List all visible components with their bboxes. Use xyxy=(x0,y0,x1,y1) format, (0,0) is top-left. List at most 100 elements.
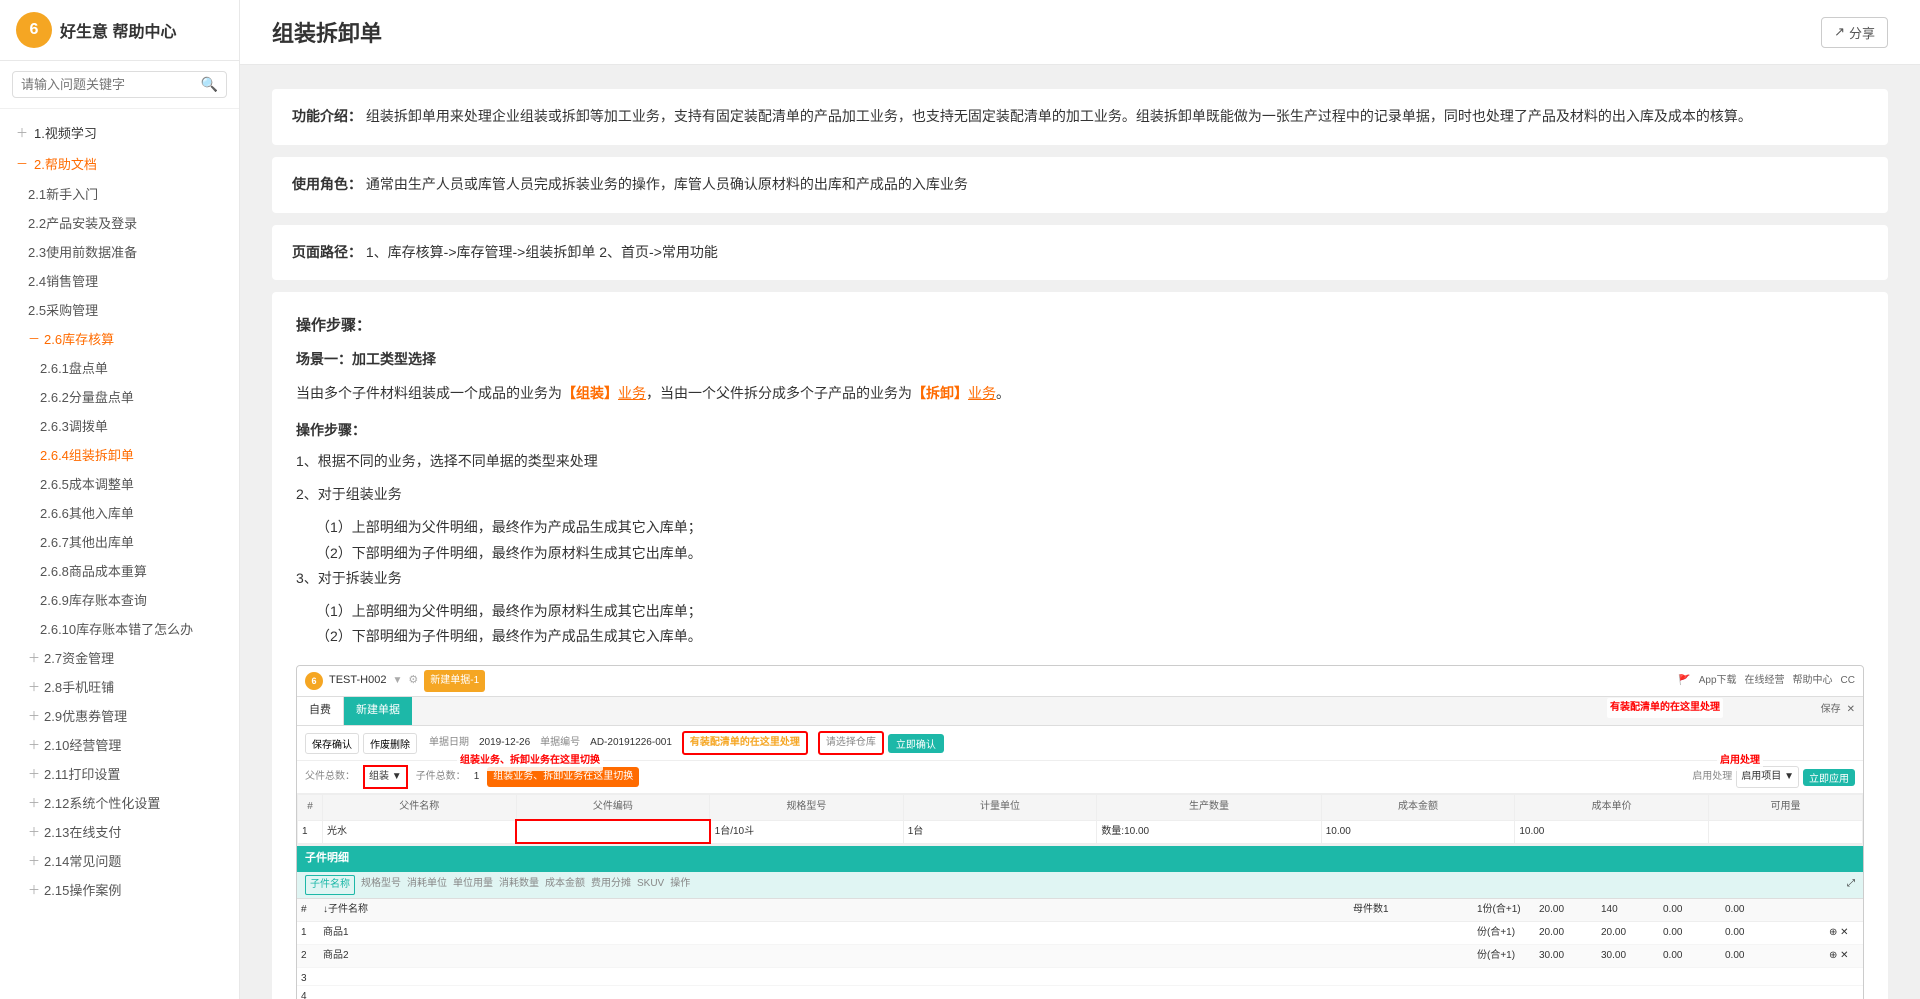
nav-item-2-5[interactable]: 2.5采购管理 xyxy=(0,295,239,324)
erp-apply-btn[interactable]: 立即应用 xyxy=(1803,769,1855,786)
sidebar-nav: ＋ 1.视频学习 － 2.帮助文档 2.1新手入门 2.2产品安装及登录 2.3… xyxy=(0,109,239,999)
sidebar-header: 6 好生意 帮助中心 xyxy=(0,0,239,61)
share-label: 分享 xyxy=(1849,23,1875,42)
erp-sub-lbl5: 消耗数量 xyxy=(499,875,539,895)
intro-card: 功能介绍： 组装拆卸单用来处理企业组装或拆卸等加工业务，支持有固定装配清单的产品… xyxy=(272,89,1888,145)
bth-alloc: 0.00 xyxy=(1725,901,1785,919)
nav-item-2-10[interactable]: ＋2.10经营管理 xyxy=(0,730,239,759)
erp-no-lbl: 单据编号 xyxy=(540,734,580,752)
erp-new-btn[interactable]: 新建单据-1 xyxy=(424,670,485,692)
erp-top-table-container: # 父件名称 父件编码 规格型号 计量单位 生产数量 成本金额 成本单价 可用量 xyxy=(297,794,1863,844)
br1-name: 商品1 xyxy=(323,924,1351,942)
th-parent-code: 父件编码 xyxy=(516,795,710,821)
erp-cc: CC xyxy=(1841,672,1855,690)
erp-sub-lbl2: 规格型号 xyxy=(361,875,401,895)
nav-item-2-6[interactable]: － 2.6库存核算 xyxy=(0,324,239,353)
erp-tab-home[interactable]: 自费 xyxy=(297,697,344,725)
path-text: 1、库存核算->库存管理->组装拆卸单 2、首页->常用功能 xyxy=(366,244,718,260)
bth-consume: 140 xyxy=(1601,901,1661,919)
erp-top-row-1: 1 光水 1台/10斗 1台 数量:10.00 10.00 10.00 xyxy=(298,820,1863,843)
search-wrapper[interactable]: 🔍 xyxy=(12,71,227,98)
role-label: 使用角色： xyxy=(292,176,362,192)
erp-confirm-btn[interactable]: 立即确认 xyxy=(888,734,944,753)
erp-child-count-lbl: 子件总数： xyxy=(416,768,466,786)
br1-unit: 份(合+1) xyxy=(1477,924,1537,942)
erp-no-val: AD-20191226-001 xyxy=(590,734,672,752)
nav-item-2-6-2[interactable]: 2.6.2分量盘点单 xyxy=(0,382,239,411)
nav-item-2-6-9[interactable]: 2.6.9库存账本查询 xyxy=(0,585,239,614)
br2-sku xyxy=(1787,947,1827,965)
br2-alloc: 0.00 xyxy=(1725,947,1785,965)
step2-1: （1）上部明细为父件明细，最终作为产成品生成其它入库单； xyxy=(316,515,1864,540)
erp-bottom-subsection: 子件名称 规格型号 消耗单位 单位用量 消耗数量 成本金额 费用分摊 SKUV … xyxy=(297,872,1863,899)
erp-top-table: # 父件名称 父件编码 规格型号 计量单位 生产数量 成本金额 成本单价 可用量 xyxy=(297,794,1863,844)
nav-item-2-6-3[interactable]: 2.6.3调拨单 xyxy=(0,411,239,440)
scene-desc: 当由多个子件材料组装成一个成品的业务为【组装】业务，当由一个父件拆分成多个子产品… xyxy=(296,381,1864,406)
erp-settings-icon: ⚙ xyxy=(408,671,418,691)
nav-item-2-13[interactable]: ＋2.13在线支付 xyxy=(0,817,239,846)
nav-item-2-6-5[interactable]: 2.6.5成本调整单 xyxy=(0,469,239,498)
erp-bom-highlight: 有装配清单的在这里处理 xyxy=(682,731,808,755)
erp-sub-expand[interactable]: ⤢ xyxy=(1847,875,1855,895)
erp-child-count-val: 1 xyxy=(474,768,480,786)
nav-item-2-6-4[interactable]: 2.6.4组装拆卸单 xyxy=(0,440,239,469)
step3-2: （2）下部明细为子件明细，最终作为产成品生成其它入库单。 xyxy=(316,624,1864,649)
path-label: 页面路径： xyxy=(292,244,362,260)
erp-btn-del[interactable]: 作废删除 xyxy=(363,733,417,754)
nav-item-2-11[interactable]: ＋2.11打印设置 xyxy=(0,759,239,788)
nav-item-2-6-10[interactable]: 2.6.10库存账本错了怎么办 xyxy=(0,614,239,643)
app-title: 好生意 帮助中心 xyxy=(60,18,176,42)
share-icon: ↗ xyxy=(1834,24,1845,40)
nav-item-2-6-6[interactable]: 2.6.6其他入库单 xyxy=(0,498,239,527)
link-disassemble[interactable]: 业务 xyxy=(968,385,996,401)
link-assemble[interactable]: 业务 xyxy=(618,385,646,401)
erp-tab-new[interactable]: 新建单据 xyxy=(344,697,412,725)
nav-item-2-2[interactable]: 2.2产品安装及登录 xyxy=(0,208,239,237)
td-1-avail xyxy=(1708,820,1862,843)
erp-sub-lbl6: 成本金额 xyxy=(545,875,585,895)
nav-section-2[interactable]: － 2.帮助文档 xyxy=(0,148,239,179)
search-icon[interactable]: 🔍 xyxy=(201,76,218,93)
erp-warehouse-select[interactable]: 请选择仓库 xyxy=(818,731,884,755)
nav-item-2-8[interactable]: ＋2.8手机旺铺 xyxy=(0,672,239,701)
nav-item-2-9[interactable]: ＋2.9优惠券管理 xyxy=(0,701,239,730)
erp-btn-save[interactable]: 保存确认 xyxy=(305,733,359,754)
highlight-assemble: 【组装】 xyxy=(562,385,618,401)
br2-name: 商品2 xyxy=(323,947,1351,965)
td-1-cost: 10.00 xyxy=(1321,820,1515,843)
nav-item-2-7[interactable]: ＋2.7资金管理 xyxy=(0,643,239,672)
erp-tab-actions: 保存 ✕ xyxy=(1813,697,1863,725)
erp-action-close[interactable]: 保存 xyxy=(1821,701,1841,721)
nav-item-2-6-1[interactable]: 2.6.1盘点单 xyxy=(0,353,239,382)
erp-nav-flag: 🚩 xyxy=(1678,672,1690,690)
bth-unit2: 1份(合+1) xyxy=(1477,901,1537,919)
share-button[interactable]: ↗ 分享 xyxy=(1821,17,1888,48)
topbar: 组装拆卸单 ↗ 分享 xyxy=(240,0,1920,65)
nav-item-2-6-8[interactable]: 2.6.8商品成本重算 xyxy=(0,556,239,585)
erp-bottom-section-label: 子件明细 xyxy=(297,846,1863,872)
th-cost: 成本金额 xyxy=(1321,795,1515,821)
intro-label: 功能介绍： xyxy=(292,108,362,124)
nav-item-2-1[interactable]: 2.1新手入门 xyxy=(0,179,239,208)
nav-item-2-6-7[interactable]: 2.6.7其他出库单 xyxy=(0,527,239,556)
erp-process-area: 启用处理 启用项目 ▼ 立即应用 xyxy=(1692,766,1855,788)
erp-sub-lbl7: 费用分摊 xyxy=(591,875,631,895)
search-input[interactable] xyxy=(21,77,201,92)
sidebar: 6 好生意 帮助中心 🔍 ＋ 1.视频学习 － 2.帮助文档 2.1新手入门 2… xyxy=(0,0,240,999)
erp-type-selector[interactable]: 组装 ▼ xyxy=(363,765,408,789)
erp-process-select[interactable]: 启用项目 ▼ xyxy=(1736,766,1799,788)
erp-action-x[interactable]: ✕ xyxy=(1847,701,1855,721)
br1-no: 1 xyxy=(301,924,321,942)
nav-item-2-14[interactable]: ＋2.14常见问题 xyxy=(0,846,239,875)
nav-item-2-4[interactable]: 2.4销售管理 xyxy=(0,266,239,295)
erp-process-lbl: 启用处理 xyxy=(1692,768,1732,786)
br2-spec xyxy=(1415,947,1475,965)
nav-section-1[interactable]: ＋ 1.视频学习 xyxy=(0,117,239,148)
nav-item-2-15[interactable]: ＋2.15操作案例 xyxy=(0,875,239,904)
br1-sku xyxy=(1787,924,1827,942)
step2-2: （2）下部明细为子件明细，最终作为原材料生成其它出库单。 xyxy=(316,541,1864,566)
nav-item-2-12[interactable]: ＋2.12系统个性化设置 xyxy=(0,788,239,817)
nav-item-2-3[interactable]: 2.3使用前数据准备 xyxy=(0,237,239,266)
td-1-unit: 1台 xyxy=(903,820,1097,843)
erp-bottom-row-2: 2 商品2 份(合+1) 30.00 30.00 0.00 0.00 ⊕ ✕ xyxy=(297,945,1863,968)
